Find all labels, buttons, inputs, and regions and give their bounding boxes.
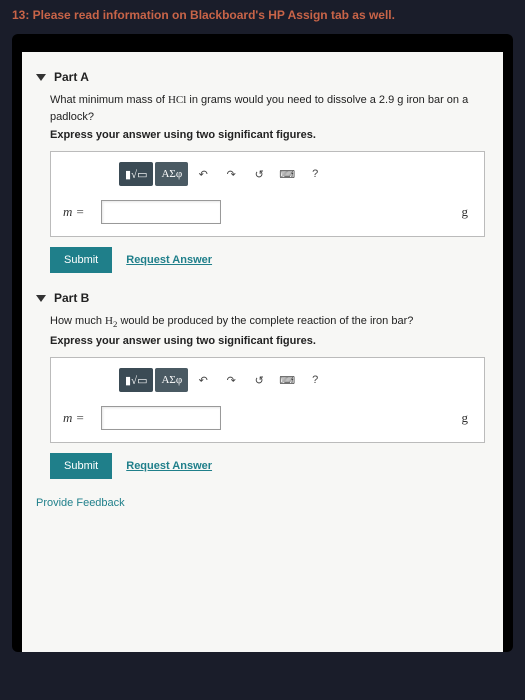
part-b-instruction: Express your answer using two significan…: [50, 335, 485, 347]
caret-down-icon: [36, 295, 46, 302]
q-post-b: would be produced by the complete reacti…: [117, 315, 413, 327]
part-a-input-row: m = g: [63, 200, 472, 224]
redo-icon[interactable]: ↷: [218, 162, 244, 186]
part-b-input-row: m = g: [63, 406, 472, 430]
device-frame: Part A What minimum mass of HCl in grams…: [12, 34, 513, 652]
part-b-toolbar: ▮√▭ ΑΣφ ↶ ↷ ↺ ⌨ ?: [119, 368, 472, 392]
part-b-header[interactable]: Part B: [36, 291, 485, 305]
var-label-b: m =: [63, 410, 93, 426]
page-header: 13: Please read information on Blackboar…: [12, 8, 513, 34]
help-icon[interactable]: ?: [302, 162, 328, 186]
caret-down-icon: [36, 74, 46, 81]
part-b-title: Part B: [54, 291, 89, 305]
part-a-instruction: Express your answer using two significan…: [50, 129, 485, 141]
unit-a: g: [462, 204, 473, 220]
content-screen: Part A What minimum mass of HCl in grams…: [22, 52, 503, 652]
reset-icon[interactable]: ↺: [246, 368, 272, 392]
greek-icon[interactable]: ΑΣφ: [155, 368, 188, 392]
undo-icon[interactable]: ↶: [190, 162, 216, 186]
template-icon[interactable]: ▮√▭: [119, 162, 153, 186]
part-b-answer-box: ▮√▭ ΑΣφ ↶ ↷ ↺ ⌨ ? m = g: [50, 357, 485, 443]
part-a-submit-row: Submit Request Answer: [50, 247, 485, 273]
part-a-body: What minimum mass of HCl in grams would …: [36, 92, 485, 273]
submit-button-b[interactable]: Submit: [50, 453, 112, 479]
part-b-submit-row: Submit Request Answer: [50, 453, 485, 479]
part-a-input[interactable]: [101, 200, 221, 224]
submit-button-a[interactable]: Submit: [50, 247, 112, 273]
template-icon[interactable]: ▮√▭: [119, 368, 153, 392]
part-a-answer-box: ▮√▭ ΑΣφ ↶ ↷ ↺ ⌨ ? m = g: [50, 151, 485, 237]
unit-b: g: [462, 410, 473, 426]
q-chem-b: H: [105, 315, 113, 327]
redo-icon[interactable]: ↷: [218, 368, 244, 392]
part-b-body: How much H2 would be produced by the com…: [36, 313, 485, 479]
part-b-question: How much H2 would be produced by the com…: [50, 313, 485, 331]
keyboard-icon[interactable]: ⌨: [274, 368, 300, 392]
part-a-toolbar: ▮√▭ ΑΣφ ↶ ↷ ↺ ⌨ ?: [119, 162, 472, 186]
request-answer-link-a[interactable]: Request Answer: [126, 254, 212, 266]
q-pre: What minimum mass of: [50, 94, 168, 106]
part-b-input[interactable]: [101, 406, 221, 430]
undo-icon[interactable]: ↶: [190, 368, 216, 392]
var-label-a: m =: [63, 204, 93, 220]
part-a-header[interactable]: Part A: [36, 70, 485, 84]
reset-icon[interactable]: ↺: [246, 162, 272, 186]
keyboard-icon[interactable]: ⌨: [274, 162, 300, 186]
q-chem: HCl: [168, 94, 186, 106]
help-icon[interactable]: ?: [302, 368, 328, 392]
greek-icon[interactable]: ΑΣφ: [155, 162, 188, 186]
request-answer-link-b[interactable]: Request Answer: [126, 460, 212, 472]
part-a-title: Part A: [54, 70, 89, 84]
provide-feedback-link[interactable]: Provide Feedback: [36, 497, 485, 509]
part-a-question: What minimum mass of HCl in grams would …: [50, 92, 485, 125]
q-pre-b: How much: [50, 315, 105, 327]
